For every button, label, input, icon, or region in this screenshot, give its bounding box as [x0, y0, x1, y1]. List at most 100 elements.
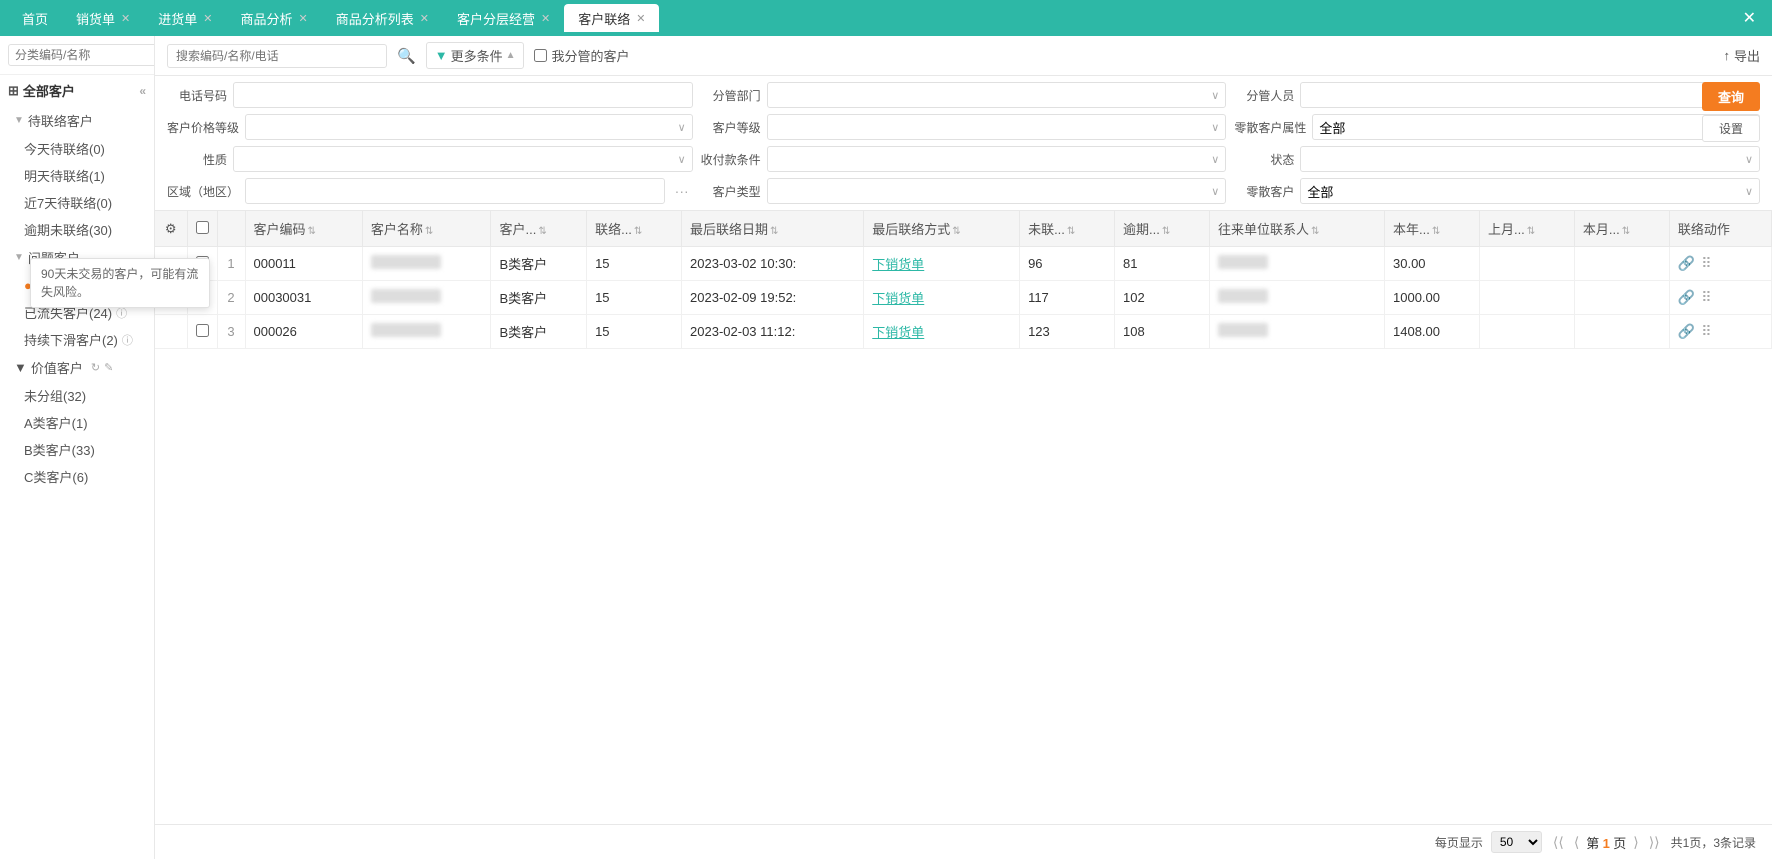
first-page-button[interactable]: ⟨⟨ [1550, 834, 1567, 851]
tab-customer-tier-close[interactable]: ✕ [541, 12, 550, 25]
filter-search-button[interactable]: 🔍 [397, 47, 416, 65]
per-page-select[interactable]: 50 100 200 [1491, 831, 1542, 853]
window-close-icon[interactable]: ✕ [1735, 8, 1764, 28]
filter-bar: 🔍 ▼ 更多条件 ▲ 我分管的客户 ↑ 导出 [155, 36, 1772, 76]
row-unit-contact [1209, 247, 1384, 281]
sidebar-collapse-icon[interactable]: « [139, 84, 146, 98]
tab-product-analysis-close[interactable]: ✕ [299, 12, 308, 25]
all-customers-header[interactable]: ⊞ 全部客户 « [0, 75, 154, 106]
filter-more-conditions[interactable]: ▼ 更多条件 ▲ [426, 42, 525, 69]
col-last-method[interactable]: 最后联络方式⇅ [864, 211, 1020, 247]
price-level-select[interactable]: ∨ [245, 114, 693, 140]
sidebar-group-pending[interactable]: ▼ 待联络客户 [0, 106, 154, 135]
nature-label: 性质 [167, 151, 227, 168]
row-action-link-icon[interactable]: 🔗 [1678, 289, 1695, 306]
select-all-checkbox[interactable] [196, 221, 209, 234]
my-customers-filter[interactable]: 我分管的客户 [534, 46, 629, 65]
retail-attr-select[interactable]: 全部 ∨ [1312, 114, 1760, 140]
region-input[interactable] [245, 178, 665, 204]
col-contact[interactable]: 联络...⇅ [587, 211, 682, 247]
row-action-grid-icon[interactable]: ⠿ [1701, 289, 1711, 306]
sidebar-item-tomorrow[interactable]: 明天待联络(1) [0, 162, 154, 189]
tab-sales-close[interactable]: ✕ [121, 12, 130, 25]
tab-customer-contact[interactable]: 客户联络 ✕ [564, 4, 659, 32]
sidebar-search-input[interactable] [8, 44, 155, 66]
row-overdue: 108 [1115, 315, 1210, 349]
tab-product-analysis-list[interactable]: 商品分析列表 ✕ [322, 4, 443, 32]
col-uncontacted[interactable]: 未联...⇅ [1020, 211, 1115, 247]
sidebar-item-overdue[interactable]: 逾期未联络(30) [0, 216, 154, 243]
row-last-method[interactable]: 下销货单 [864, 281, 1020, 315]
value-refresh-icon[interactable]: ↻ [91, 361, 100, 374]
tab-product-analysis-list-close[interactable]: ✕ [420, 12, 429, 25]
last-page-button[interactable]: ⟩⟩ [1646, 834, 1663, 851]
col-this-year[interactable]: 本年...⇅ [1385, 211, 1480, 247]
dept-select[interactable]: ∨ [767, 82, 1227, 108]
row-last-method[interactable]: 下销货单 [864, 315, 1020, 349]
row-action-grid-icon[interactable]: ⠿ [1701, 323, 1711, 340]
customer-type-label: 客户类型 [701, 183, 761, 200]
my-customers-checkbox[interactable] [534, 49, 547, 62]
row-uncontacted: 123 [1020, 315, 1115, 349]
col-overdue[interactable]: 逾期...⇅ [1115, 211, 1210, 247]
row-action-link-icon[interactable]: 🔗 [1678, 255, 1695, 272]
phone-input[interactable] [233, 82, 693, 108]
col-last-month[interactable]: 上月...⇅ [1479, 211, 1574, 247]
query-button[interactable]: 查询 [1702, 82, 1760, 111]
prev-page-button[interactable]: ⟨ [1571, 834, 1582, 851]
value-edit-icon[interactable]: ✎ [104, 361, 113, 374]
sidebar-item-class-b[interactable]: B类客户(33) [0, 436, 154, 463]
col-type[interactable]: 客户...⇅ [491, 211, 587, 247]
pagination-nav: ⟨⟨ ⟨ 第 1 页 ⟩ ⟩⟩ [1550, 833, 1663, 852]
col-settings[interactable]: ⚙ [155, 211, 187, 247]
region-label: 区域（地区） [167, 183, 239, 200]
row-last-method[interactable]: 下销货单 [864, 247, 1020, 281]
tab-purchase-close[interactable]: ✕ [203, 12, 212, 25]
tab-product-analysis[interactable]: 商品分析 ✕ [226, 4, 321, 32]
tab-home[interactable]: 首页 [8, 4, 62, 32]
customer-type-arrow-icon: ∨ [1211, 185, 1219, 198]
row-actions: 🔗 ⠿ [1669, 281, 1771, 315]
row-checkbox[interactable] [196, 324, 209, 337]
col-this-month[interactable]: 本月...⇅ [1574, 211, 1669, 247]
manager-select[interactable]: ∨ [1300, 82, 1732, 108]
name-sort-icon: ⇅ [425, 226, 433, 237]
export-button[interactable]: ↑ 导出 [1723, 46, 1760, 65]
row-code: 00030031 [245, 281, 362, 315]
sidebar-item-declining[interactable]: 持续下滑客户(2) ⓘ [0, 326, 154, 353]
table-settings-icon[interactable]: ⚙ [165, 221, 177, 236]
filter-search-input[interactable] [167, 44, 387, 68]
col-name[interactable]: 客户名称⇅ [362, 211, 491, 247]
settings-button[interactable]: 设置 [1702, 115, 1760, 142]
tab-customer-contact-close[interactable]: ✕ [636, 12, 645, 25]
retail-customer-select[interactable]: 全部 ∨ [1300, 178, 1760, 204]
row-actions: 🔗 ⠿ [1669, 247, 1771, 281]
sidebar-item-today[interactable]: 今天待联络(0) [0, 135, 154, 162]
nature-select[interactable]: ∨ [233, 146, 693, 172]
row-action-link-icon[interactable]: 🔗 [1678, 323, 1695, 340]
sidebar-item-class-c[interactable]: C类客户(6) [0, 463, 154, 490]
customer-level-select[interactable]: ∨ [767, 114, 1227, 140]
status-select[interactable]: ∨ [1300, 146, 1760, 172]
row-contact: 15 [587, 281, 682, 315]
row-action-grid-icon[interactable]: ⠿ [1701, 255, 1711, 272]
sidebar-item-class-a[interactable]: A类客户(1) [0, 409, 154, 436]
tab-customer-tier[interactable]: 客户分层经营 ✕ [443, 4, 564, 32]
col-unit-contact[interactable]: 往来单位联系人⇅ [1209, 211, 1384, 247]
next-page-button[interactable]: ⟩ [1630, 834, 1641, 851]
sidebar-item-ungrouped[interactable]: 未分组(32) [0, 382, 154, 409]
sidebar-group-value[interactable]: ▼ 价值客户 ↻ ✎ [0, 353, 154, 382]
payment-select[interactable]: ∨ [767, 146, 1227, 172]
col-num [217, 211, 245, 247]
tab-sales[interactable]: 销货单 ✕ [62, 4, 144, 32]
col-code[interactable]: 客户编码⇅ [245, 211, 362, 247]
col-action: 联络动作 [1669, 211, 1771, 247]
row-this-year: 1408.00 [1385, 315, 1480, 349]
tab-purchase[interactable]: 进货单 ✕ [144, 4, 226, 32]
region-more-icon[interactable]: ··· [671, 183, 693, 199]
col-last-date[interactable]: 最后联络日期⇅ [682, 211, 864, 247]
sidebar-item-7days[interactable]: 近7天待联络(0) [0, 189, 154, 216]
row-type: B类客户 [491, 281, 587, 315]
row-last-month [1479, 247, 1574, 281]
customer-type-select[interactable]: ∨ [767, 178, 1227, 204]
